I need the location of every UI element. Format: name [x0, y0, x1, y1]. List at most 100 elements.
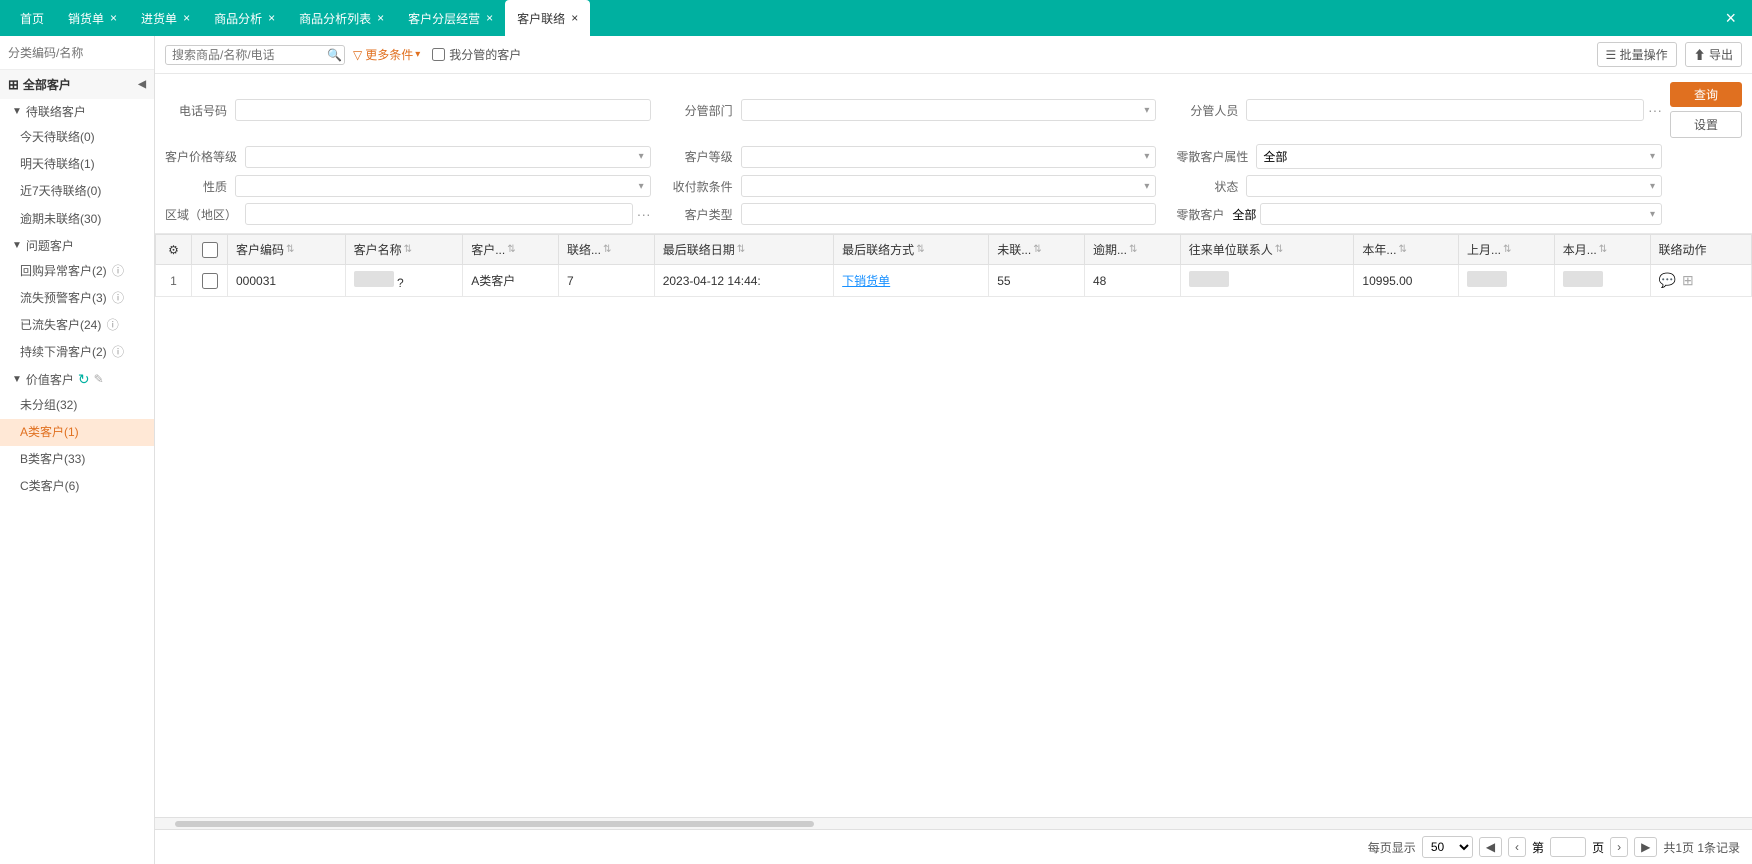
sidebar-item-7days[interactable]: 近7天待联络(0)	[0, 178, 154, 205]
qr-icon[interactable]: ⊞	[1682, 272, 1694, 289]
status-field[interactable]	[1253, 179, 1646, 193]
cust-level-field[interactable]	[748, 150, 1141, 164]
sort-icon-name[interactable]: ⇅	[404, 244, 412, 255]
cust-type-field[interactable]	[748, 207, 1150, 221]
payment-field[interactable]	[748, 179, 1141, 193]
nav-product-analysis-close[interactable]: ×	[268, 11, 275, 25]
next-page-btn[interactable]: ›	[1610, 837, 1628, 857]
my-customers-check[interactable]: 我分管的客户	[432, 46, 521, 63]
sidebar-item-churn-warning[interactable]: 流失预警客户(3) ⓘ	[0, 285, 154, 312]
nav-customer-contact-close[interactable]: ×	[571, 11, 578, 25]
page-input[interactable]: 1	[1550, 837, 1586, 857]
prev-page-btn[interactable]: ‹	[1508, 837, 1526, 857]
sidebar-all-customers[interactable]: ⊞ 全部客户 ◀	[0, 70, 154, 99]
filter-label-retail-attr: 零散客户属性	[1176, 148, 1256, 165]
filter-price-level-input[interactable]: ▾	[245, 146, 651, 168]
settings-btn[interactable]: 设置	[1670, 111, 1742, 138]
manager-more-icon[interactable]: ···	[1648, 102, 1662, 118]
dept-arrow-icon: ▾	[1144, 105, 1149, 116]
sidebar-group-value[interactable]: ▼ 价值客户 ↻ ✎	[0, 367, 154, 392]
refresh-icon[interactable]: ↻	[78, 371, 90, 388]
nav-product-analysis[interactable]: 商品分析 ×	[202, 0, 287, 36]
filter-cell-phone: 电话号码	[165, 99, 651, 121]
nature-field[interactable]	[242, 179, 635, 193]
sidebar-item-declining[interactable]: 持续下滑客户(2) ⓘ	[0, 339, 154, 366]
nav-customer-contact[interactable]: 客户联络 ×	[505, 0, 590, 36]
first-page-btn[interactable]: ◀	[1479, 837, 1502, 857]
sidebar-item-ungrouped[interactable]: 未分组(32)	[0, 392, 154, 419]
table-settings-icon[interactable]: ⚙	[164, 243, 183, 257]
sort-icon-unlink[interactable]: ⇅	[1033, 244, 1041, 255]
filter-nature-input[interactable]: ▾	[235, 175, 651, 197]
export-btn[interactable]: ⬆ 导出	[1685, 42, 1742, 67]
sort-icon-unit[interactable]: ⇅	[1275, 244, 1283, 255]
sidebar-item-today[interactable]: 今天待联络(0)	[0, 124, 154, 151]
sort-icon-date[interactable]: ⇅	[737, 244, 745, 255]
sidebar-group-problem[interactable]: ▼ 问题客户	[0, 233, 154, 258]
scrollbar-thumb[interactable]	[175, 821, 814, 827]
nav-customer-segment-close[interactable]: ×	[486, 11, 493, 25]
sidebar-item-overdue[interactable]: 逾期未联络(30)	[0, 206, 154, 233]
sidebar-item-class-b[interactable]: B类客户(33)	[0, 446, 154, 473]
sidebar-item-tomorrow[interactable]: 明天待联络(1)	[0, 151, 154, 178]
last-page-btn[interactable]: ▶	[1634, 837, 1657, 857]
sidebar-item-churned[interactable]: 已流失客户(24) ⓘ	[0, 312, 154, 339]
nav-sales-order[interactable]: 销货单 ×	[56, 0, 129, 36]
contact-method-link[interactable]: 下销货单	[842, 274, 890, 288]
query-btn[interactable]: 查询	[1670, 82, 1742, 107]
main-search-icon[interactable]: 🔍	[327, 48, 342, 62]
region-field[interactable]	[252, 207, 626, 221]
main-search-input[interactable]	[172, 48, 327, 62]
export-icon: ⬆	[1694, 48, 1706, 62]
filter-phone-input[interactable]	[235, 99, 651, 121]
nav-purchase-order[interactable]: 进货单 ×	[129, 0, 202, 36]
phone-input-field[interactable]	[242, 103, 644, 117]
sort-icon-method[interactable]: ⇅	[916, 244, 924, 255]
filter-cust-level-input[interactable]: ▾	[741, 146, 1157, 168]
triangle-icon-problem: ▼	[12, 240, 22, 251]
filter-dept-input[interactable]: ▾	[741, 99, 1157, 121]
my-customers-checkbox[interactable]	[432, 48, 445, 61]
row-checkbox[interactable]	[202, 273, 218, 289]
select-all-checkbox[interactable]	[202, 242, 218, 258]
filter-retail-cust-input[interactable]: ▾	[1260, 203, 1662, 225]
more-conditions-btn[interactable]: ▽ 更多条件 ▾	[353, 46, 420, 63]
sort-icon-contact[interactable]: ⇅	[603, 244, 611, 255]
filter-cell-price-level: 客户价格等级 ▾	[165, 146, 651, 168]
nav-sales-order-close[interactable]: ×	[110, 11, 117, 25]
price-level-field[interactable]	[252, 150, 635, 164]
dept-input-field[interactable]	[748, 103, 1141, 117]
sort-icon-overdue[interactable]: ⇅	[1129, 244, 1137, 255]
filter-region-input[interactable]	[245, 203, 633, 225]
filter-cust-type-input[interactable]	[741, 203, 1157, 225]
window-close[interactable]: ×	[1717, 8, 1744, 29]
batch-ops-btn[interactable]: ☰ 批量操作	[1597, 42, 1677, 67]
sort-icon-type[interactable]: ⇅	[507, 244, 515, 255]
sort-icon-lastmonth[interactable]: ⇅	[1503, 244, 1511, 255]
sidebar-item-class-c[interactable]: C类客户(6)	[0, 473, 154, 500]
sidebar-group-pending[interactable]: ▼ 待联络客户	[0, 99, 154, 124]
region-more-icon[interactable]: ···	[637, 206, 651, 222]
sort-icon-year[interactable]: ⇅	[1398, 244, 1406, 255]
nav-product-list-close[interactable]: ×	[377, 11, 384, 25]
manager-input-field[interactable]	[1253, 103, 1637, 117]
nav-home[interactable]: 首页	[8, 0, 56, 36]
per-page-select[interactable]: 50 20 100	[1422, 836, 1473, 858]
retail-cust-field[interactable]	[1267, 207, 1646, 221]
nav-purchase-close[interactable]: ×	[183, 11, 190, 25]
sidebar-item-abnormal[interactable]: 回购异常客户(2) ⓘ	[0, 258, 154, 285]
nav-product-list[interactable]: 商品分析列表 ×	[287, 0, 396, 36]
filter-manager-input[interactable]	[1246, 99, 1644, 121]
sort-icon-thismonth[interactable]: ⇅	[1599, 244, 1607, 255]
sidebar-collapse-icon[interactable]: ◀	[138, 79, 146, 90]
sidebar-item-class-a[interactable]: A类客户(1)	[0, 419, 154, 446]
info-icon-abnormal: ⓘ	[112, 264, 124, 278]
filter-payment-input[interactable]: ▾	[741, 175, 1157, 197]
filter-status-input[interactable]: ▾	[1246, 175, 1662, 197]
message-icon[interactable]: 💬	[1659, 272, 1676, 289]
nav-customer-segment[interactable]: 客户分层经营 ×	[396, 0, 505, 36]
sidebar-search-input[interactable]	[8, 46, 155, 60]
edit-icon-value[interactable]: ✎	[94, 372, 104, 386]
sort-icon-code[interactable]: ⇅	[286, 244, 294, 255]
filter-retail-attr-input[interactable]: 全部 ▾	[1256, 144, 1662, 169]
